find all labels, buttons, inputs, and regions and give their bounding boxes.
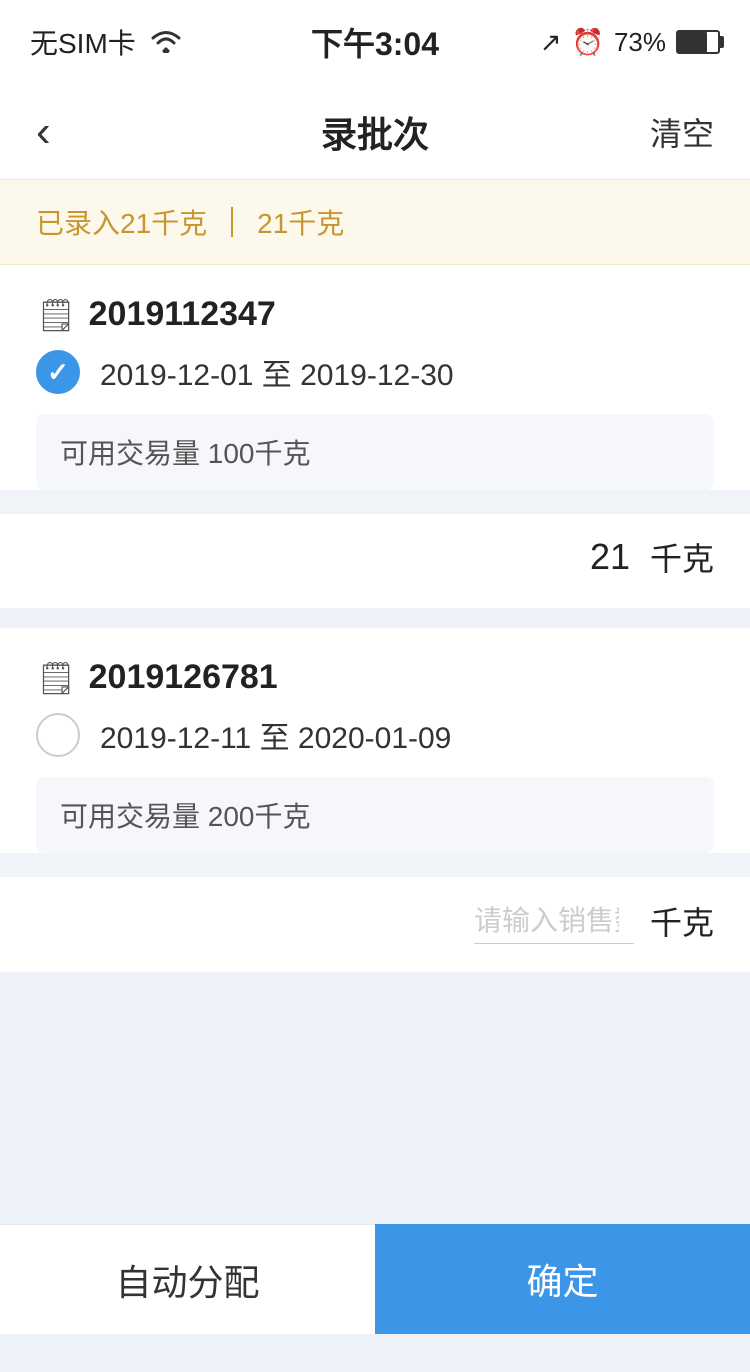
location-icon: ↗ — [540, 27, 562, 58]
qty-row-2: 千克 — [0, 877, 750, 972]
batch-date-row-1: ✓ 2019-12-01 至 2019-12-30 — [36, 350, 714, 394]
qty-value-1: 21 — [590, 536, 630, 578]
carrier-text: 无SIM卡 — [30, 22, 136, 62]
batch-id-2: 2019126781 — [89, 658, 278, 697]
summary-label: 已录入21千克 — [36, 202, 207, 242]
batch-header-1: 🗒 2019112347 — [36, 295, 714, 334]
page-title: 录批次 — [321, 106, 429, 158]
batch-header-2: 🗒 2019126781 — [36, 658, 714, 697]
status-bar: 无SIM卡 下午3:04 ↗ ⏰ 73% — [0, 0, 750, 84]
bottom-buttons: 自动分配 确定 — [0, 1224, 750, 1334]
qty-row-1: 21 千克 — [0, 514, 750, 608]
confirm-button[interactable]: 确定 — [375, 1224, 750, 1334]
status-time: 下午3:04 — [311, 19, 439, 65]
nav-bar: ‹ 录批次 清空 — [0, 84, 750, 180]
alarm-icon: ⏰ — [572, 27, 604, 58]
doc-icon-1: 🗒 — [36, 296, 77, 334]
radio-1[interactable]: ✓ — [36, 350, 80, 394]
summary-divider — [231, 207, 233, 237]
summary-value: 21千克 — [257, 202, 344, 242]
radio-2[interactable] — [36, 713, 80, 757]
back-button[interactable]: ‹ — [36, 107, 51, 157]
batch-date-row-2: 2019-12-11 至 2020-01-09 — [36, 713, 714, 757]
section-divider — [0, 608, 750, 628]
wifi-icon — [148, 25, 184, 60]
battery-text: 73% — [614, 27, 666, 58]
batch-date-1: 2019-12-01 至 2019-12-30 — [100, 350, 454, 394]
status-right: ↗ ⏰ 73% — [540, 27, 720, 58]
batch-item-2: 🗒 2019126781 2019-12-11 至 2020-01-09 可用交… — [0, 628, 750, 853]
batch-item-1: 🗒 2019112347 ✓ 2019-12-01 至 2019-12-30 可… — [0, 265, 750, 490]
clear-button[interactable]: 清空 — [650, 109, 714, 155]
checkmark-1: ✓ — [47, 357, 69, 388]
batch-id-1: 2019112347 — [89, 295, 276, 334]
available-qty-2: 可用交易量 200千克 — [36, 777, 714, 853]
qty-input-2[interactable] — [474, 897, 634, 944]
summary-banner: 已录入21千克 21千克 — [0, 180, 750, 265]
qty-unit-2: 千克 — [650, 898, 714, 944]
battery-icon — [676, 30, 720, 54]
available-qty-1: 可用交易量 100千克 — [36, 414, 714, 490]
qty-unit-1: 千克 — [650, 534, 714, 580]
auto-distribute-button[interactable]: 自动分配 — [0, 1224, 375, 1334]
doc-icon-2: 🗒 — [36, 659, 77, 697]
batch-date-2: 2019-12-11 至 2020-01-09 — [100, 713, 451, 757]
status-left: 无SIM卡 — [30, 22, 184, 62]
